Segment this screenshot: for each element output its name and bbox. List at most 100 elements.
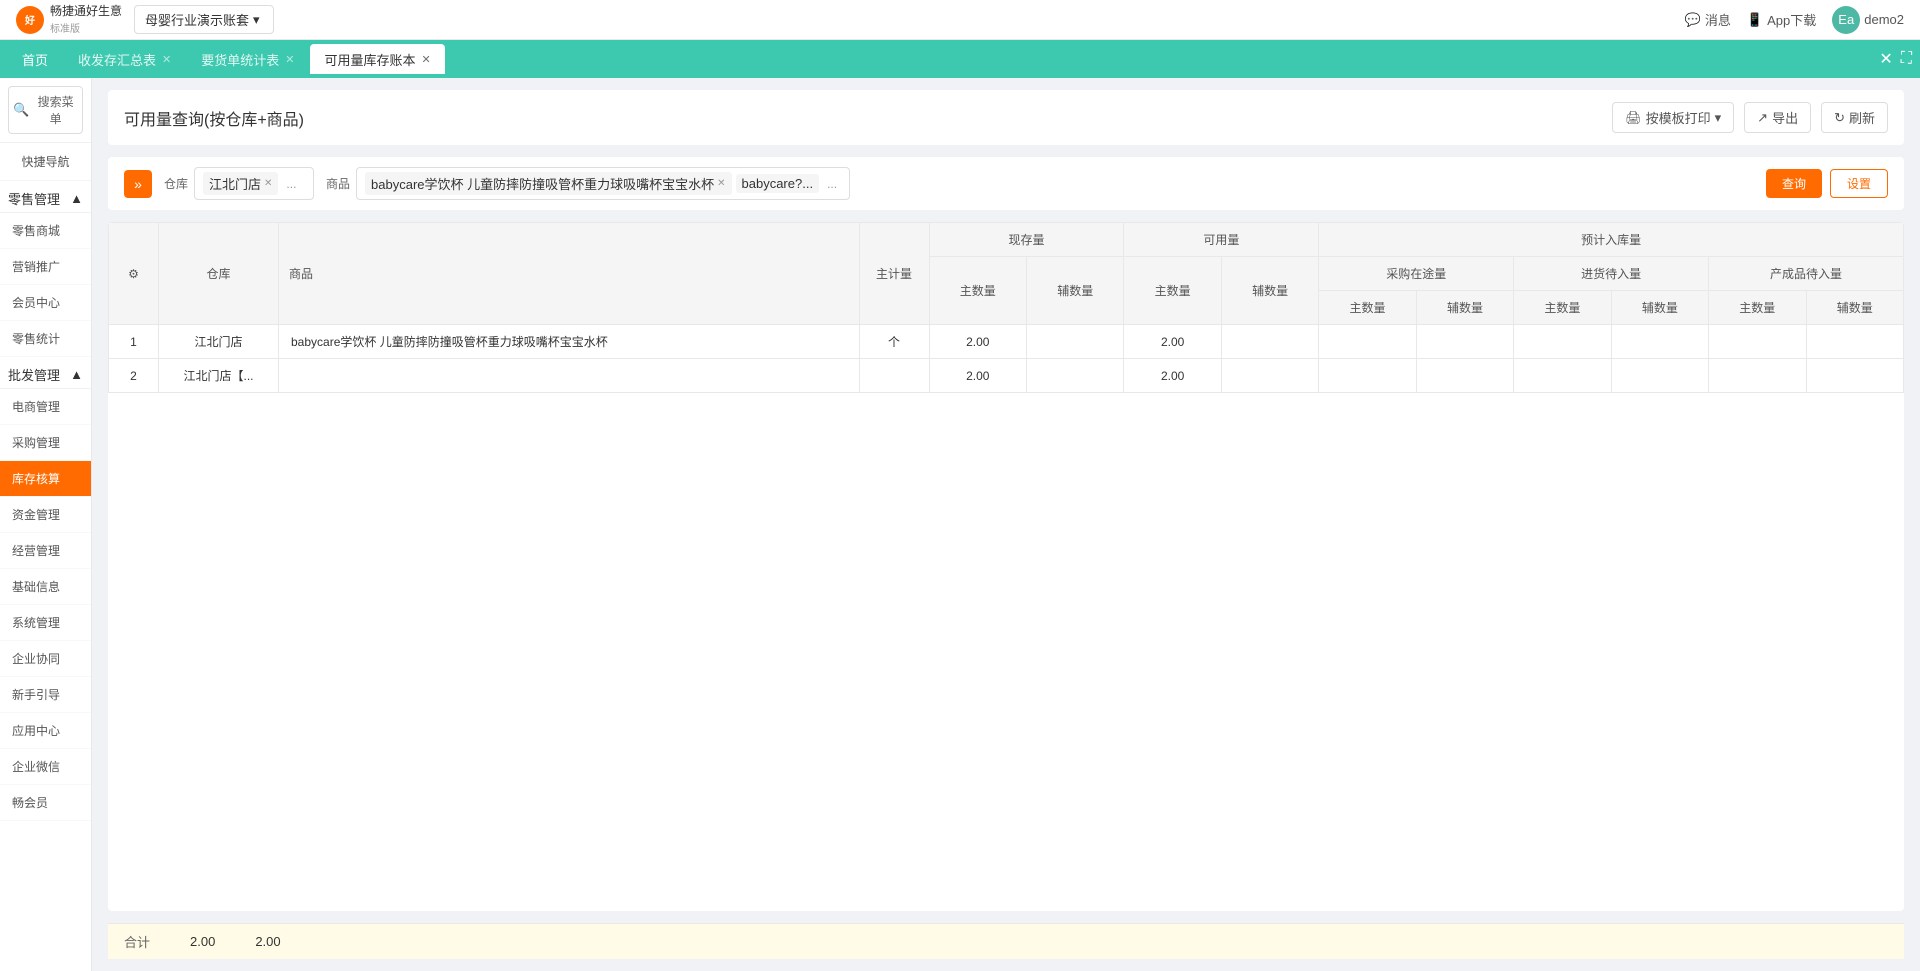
- sidebar-item-operation[interactable]: 经营管理: [0, 533, 91, 569]
- sidebar-item-appcenter[interactable]: 应用中心: [0, 713, 91, 749]
- th-product: 商品: [279, 223, 860, 325]
- th-gear: ⚙: [109, 223, 159, 325]
- cell-available-main: 2.00: [1124, 325, 1221, 359]
- sidebar-item-quick-nav[interactable]: 快捷导航: [0, 143, 91, 181]
- cell-product: [279, 359, 860, 393]
- message-icon: 💬: [1685, 12, 1701, 28]
- tab-close-requisition[interactable]: ✕: [285, 53, 294, 66]
- warehouse-tag-close[interactable]: ✕: [264, 178, 272, 189]
- sidebar-item-system[interactable]: 系统管理: [0, 605, 91, 641]
- sidebar-item-collab[interactable]: 企业协同: [0, 641, 91, 677]
- logo-area: 好 畅捷通好生意 标准版: [16, 4, 122, 35]
- cell-product: babycare学饮杯 儿童防摔防撞吸管杯重力球吸嘴杯宝宝水杯: [279, 325, 860, 359]
- setting-btn[interactable]: 设置: [1830, 169, 1888, 198]
- sidebar-item-inventory[interactable]: 库存核算: [0, 461, 91, 497]
- message-btn[interactable]: 💬 消息: [1685, 10, 1731, 29]
- user-menu[interactable]: Ea demo2: [1832, 6, 1904, 34]
- data-table: ⚙ 仓库 商品 主计量 现存量 可用量 预计入库量 主数量 辅数量 主数量: [108, 222, 1904, 393]
- th-warehouse: 仓库: [159, 223, 279, 325]
- cell-incoming-main: [1514, 325, 1611, 359]
- sidebar-item-wechat[interactable]: 企业微信: [0, 749, 91, 785]
- sidebar-section-wholesale[interactable]: 批发管理 ▲: [0, 357, 91, 389]
- cell-stock-aux: [1027, 359, 1124, 393]
- th-purchase-group: 采购在途量: [1319, 257, 1514, 291]
- sidebar-item-ecommerce[interactable]: 电商管理: [0, 389, 91, 425]
- content-inner: 可用量查询(按仓库+商品) 🖨 按模板打印 ▾ ↗ 导出 ↻ 刷新: [92, 78, 1920, 971]
- logo-icon: 好: [16, 6, 44, 34]
- th-available-main: 主数量: [1124, 257, 1221, 325]
- product-input[interactable]: babycare学饮杯 儿童防摔防撞吸管杯重力球吸嘴杯宝宝水杯 ✕ babyca…: [356, 167, 850, 200]
- cell-available-main: 2.00: [1124, 359, 1221, 393]
- sidebar-item-vip[interactable]: 畅会员: [0, 785, 91, 821]
- phone-icon: 📱: [1747, 12, 1763, 28]
- table-row: 2 江北门店【... 2.00 2.00: [109, 359, 1904, 393]
- tab-close-available[interactable]: ✕: [422, 53, 431, 66]
- th-production-group: 产成品待入量: [1709, 257, 1904, 291]
- product-tag-close-1[interactable]: ✕: [717, 178, 725, 189]
- warehouse-more[interactable]: ...: [282, 177, 300, 191]
- page-title: 可用量查询(按仓库+商品): [124, 106, 304, 130]
- export-btn[interactable]: ↗ 导出: [1744, 102, 1811, 133]
- sidebar-item-retail-stats[interactable]: 零售统计: [0, 321, 91, 357]
- top-bar: 好 畅捷通好生意 标准版 母婴行业演示账套 ▾ 💬 消息 📱 App下载 Ea …: [0, 0, 1920, 40]
- cell-warehouse: 江北门店【...: [159, 359, 279, 393]
- summary-label: 合计: [124, 932, 150, 951]
- chevron-up-icon-2: ▲: [70, 367, 83, 382]
- search-menu-btn[interactable]: 🔍 搜索菜单: [8, 86, 83, 134]
- summary-available-main: 2.00: [255, 934, 280, 949]
- tab-close-receive-send[interactable]: ✕: [162, 53, 171, 66]
- sidebar-item-member[interactable]: 会员中心: [0, 285, 91, 321]
- close-window-icon[interactable]: ✕: [1879, 49, 1892, 69]
- cell-stock-main: 2.00: [929, 359, 1026, 393]
- sidebar-item-newguide[interactable]: 新手引导: [0, 677, 91, 713]
- top-bar-left: 好 畅捷通好生意 标准版 母婴行业演示账套 ▾: [16, 4, 274, 35]
- th-incoming-aux: 辅数量: [1611, 291, 1708, 325]
- warehouse-tag: 江北门店 ✕: [203, 172, 278, 195]
- industry-selector[interactable]: 母婴行业演示账套 ▾: [134, 5, 274, 34]
- filter-expand-btn[interactable]: »: [124, 170, 152, 198]
- sidebar-item-basic[interactable]: 基础信息: [0, 569, 91, 605]
- main-layout: 🔍 搜索菜单 快捷导航 零售管理 ▲ 零售商城 营销推广 会员中心 零售统计 批…: [0, 78, 1920, 971]
- chevron-down-icon-print: ▾: [1715, 110, 1722, 126]
- print-icon: 🖨: [1625, 110, 1642, 126]
- cell-production-aux: [1806, 359, 1904, 393]
- tab-available[interactable]: 可用量库存账本 ✕: [310, 44, 444, 74]
- th-purchase-aux: 辅数量: [1416, 291, 1513, 325]
- tab-home[interactable]: 首页: [8, 50, 62, 69]
- th-unit: 主计量: [859, 223, 929, 325]
- refresh-btn[interactable]: ↻ 刷新: [1821, 102, 1888, 133]
- tab-bar: 首页 收发存汇总表 ✕ 要货单统计表 ✕ 可用量库存账本 ✕ ✕ ⛶: [0, 40, 1920, 78]
- cell-purchase-aux: [1416, 359, 1513, 393]
- th-incoming-main: 主数量: [1514, 291, 1611, 325]
- th-available-aux: 辅数量: [1221, 257, 1318, 325]
- query-btn[interactable]: 查询: [1766, 169, 1822, 198]
- table-row: 1 江北门店 babycare学饮杯 儿童防摔防撞吸管杯重力球吸嘴杯宝宝水杯 个…: [109, 325, 1904, 359]
- filter-bar: » 仓库 江北门店 ✕ ... 商品 babycare: [108, 157, 1904, 210]
- cell-production-main: [1709, 325, 1806, 359]
- sidebar-section-retail[interactable]: 零售管理 ▲: [0, 181, 91, 213]
- app-download-btn[interactable]: 📱 App下载: [1747, 10, 1816, 29]
- tab-requisition[interactable]: 要货单统计表 ✕: [187, 44, 308, 74]
- page-actions: 🖨 按模板打印 ▾ ↗ 导出 ↻ 刷新: [1612, 102, 1888, 133]
- sidebar-item-purchase[interactable]: 采购管理: [0, 425, 91, 461]
- sidebar-item-marketing[interactable]: 营销推广: [0, 249, 91, 285]
- product-more[interactable]: ...: [823, 177, 841, 191]
- warehouse-input[interactable]: 江北门店 ✕ ...: [194, 167, 314, 200]
- industry-label: 母婴行业演示账套: [145, 10, 249, 29]
- cell-purchase-main: [1319, 359, 1416, 393]
- cell-available-aux: [1221, 325, 1318, 359]
- print-btn[interactable]: 🖨 按模板打印 ▾: [1612, 102, 1734, 133]
- product-tag-2: babycare?...: [736, 174, 820, 193]
- summary-stock-main: 2.00: [190, 934, 215, 949]
- sidebar-item-retail-mall[interactable]: 零售商城: [0, 213, 91, 249]
- sidebar-item-finance[interactable]: 资金管理: [0, 497, 91, 533]
- cell-index: 1: [109, 325, 159, 359]
- sidebar: 🔍 搜索菜单 快捷导航 零售管理 ▲ 零售商城 营销推广 会员中心 零售统计 批…: [0, 78, 92, 971]
- refresh-icon: ↻: [1834, 110, 1845, 126]
- th-stock-aux: 辅数量: [1027, 257, 1124, 325]
- tab-receive-send[interactable]: 收发存汇总表 ✕: [64, 44, 185, 74]
- th-available-group: 可用量: [1124, 223, 1319, 257]
- cell-purchase-aux: [1416, 325, 1513, 359]
- expand-icon[interactable]: ⛶: [1901, 50, 1912, 68]
- table-container: ⚙ 仓库 商品 主计量 现存量 可用量 预计入库量 主数量 辅数量 主数量: [108, 222, 1904, 911]
